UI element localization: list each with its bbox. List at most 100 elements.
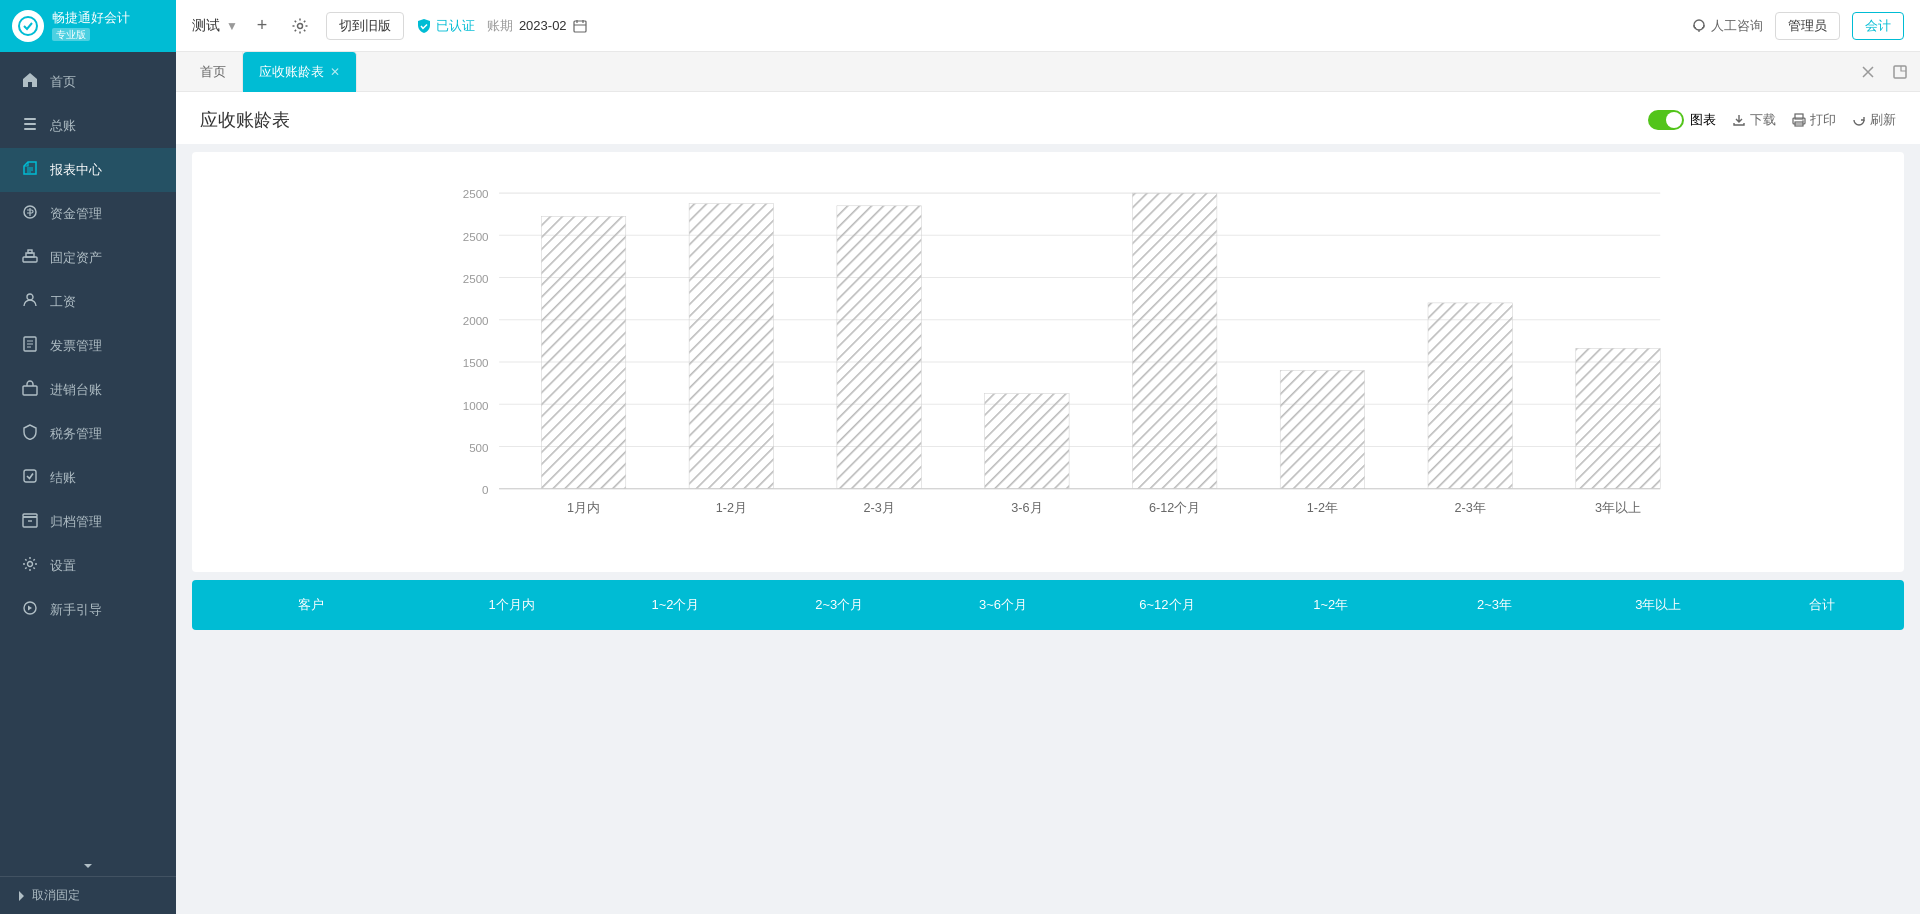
svg-point-16: [297, 23, 302, 28]
sidebar-label-guide: 新手引导: [50, 601, 102, 619]
guide-icon: [20, 600, 40, 620]
ar-aging-table: 客户 1个月内 1~2个月 2~3个月 3~6个月 6~12个月: [192, 580, 1904, 630]
bar-6-12月: [1132, 193, 1216, 489]
certified-label: 已认证: [436, 17, 475, 35]
table-header: 客户 1个月内 1~2个月 2~3个月 3~6个月 6~12个月: [192, 580, 1904, 630]
tab-close-icon[interactable]: ✕: [330, 66, 340, 78]
sidebar-label-invoice: 发票管理: [50, 337, 102, 355]
download-label: 下载: [1750, 111, 1776, 129]
sidebar-label-home: 首页: [50, 73, 76, 91]
settings-icon: [20, 556, 40, 576]
sidebar-item-payroll[interactable]: 工资: [0, 280, 176, 324]
bar-3-6月: [985, 394, 1069, 489]
period-value: 2023-02: [519, 18, 567, 33]
home-icon: [20, 72, 40, 92]
svg-point-8: [27, 294, 33, 300]
role-button[interactable]: 会计: [1852, 12, 1904, 40]
main-area: 测试 ▼ + 切到旧版 已认证 账期 2023-02: [176, 0, 1920, 914]
bar-1-2月: [689, 204, 773, 489]
bar-3年以上: [1576, 348, 1660, 488]
sidebar-item-ledger[interactable]: 总账: [0, 104, 176, 148]
sidebar-label-archive: 归档管理: [50, 513, 102, 531]
chart-container: 0 500 1000 1500 2000 2500 2500 2500: [192, 152, 1904, 572]
sidebar-item-inventory[interactable]: 进销台账: [0, 368, 176, 412]
toggle-thumb: [1666, 112, 1682, 128]
page-header: 应收账龄表 图表 下载: [176, 92, 1920, 144]
user-button[interactable]: 管理员: [1775, 12, 1840, 40]
accounting-period: 账期 2023-02: [487, 17, 587, 35]
print-button[interactable]: 打印: [1792, 111, 1836, 129]
company-dropdown-arrow: ▼: [226, 19, 238, 33]
sidebar-nav: 首页 总账 报表中心: [0, 52, 176, 856]
col-header-3-6month: 3~6个月: [921, 580, 1085, 630]
page-title: 应收账龄表: [200, 108, 290, 132]
sidebar-item-home[interactable]: 首页: [0, 60, 176, 104]
svg-text:1-2月: 1-2月: [716, 501, 747, 515]
svg-rect-17: [574, 21, 586, 32]
add-button[interactable]: +: [250, 14, 274, 38]
svg-rect-10: [23, 386, 37, 395]
tab-close-window-button[interactable]: [1856, 60, 1880, 84]
col-header-2-3month: 2~3个月: [757, 580, 921, 630]
sidebar-label-closing: 结账: [50, 469, 76, 487]
svg-text:6-12个月: 6-12个月: [1149, 501, 1200, 515]
chart-toggle[interactable]: 图表: [1648, 110, 1716, 130]
unpin-sidebar-button[interactable]: 取消固定: [0, 876, 176, 914]
inventory-icon: [20, 380, 40, 400]
toggle-track[interactable]: [1648, 110, 1684, 130]
tab-ar-aging[interactable]: 应收账龄表 ✕: [243, 52, 357, 92]
svg-text:0: 0: [482, 483, 488, 496]
tab-maximize-button[interactable]: [1888, 60, 1912, 84]
svg-rect-13: [23, 514, 37, 517]
chart-toggle-label: 图表: [1690, 111, 1716, 129]
sidebar-label-asset: 固定资产: [50, 249, 102, 267]
sidebar-item-report[interactable]: 报表中心: [0, 148, 176, 192]
content-area: 应收账龄表 图表 下载: [176, 92, 1920, 914]
sidebar-item-archive[interactable]: 归档管理: [0, 500, 176, 544]
sidebar-item-guide[interactable]: 新手引导: [0, 588, 176, 632]
certified-status: 已认证: [416, 17, 475, 35]
col-header-1-2year: 1~2年: [1249, 580, 1413, 630]
download-button[interactable]: 下载: [1732, 111, 1776, 129]
svg-rect-11: [24, 470, 36, 482]
svg-text:2-3月: 2-3月: [863, 501, 894, 515]
switch-version-button[interactable]: 切到旧版: [326, 12, 404, 40]
svg-rect-5: [23, 257, 37, 262]
tab-home-label: 首页: [200, 63, 226, 81]
col-header-total: 合计: [1740, 580, 1904, 630]
tab-home[interactable]: 首页: [184, 52, 243, 92]
svg-point-14: [28, 562, 33, 567]
sidebar-item-tax[interactable]: 税务管理: [0, 412, 176, 456]
sidebar-item-invoice[interactable]: 发票管理: [0, 324, 176, 368]
svg-rect-1: [24, 118, 36, 120]
sidebar-item-settings[interactable]: 设置: [0, 544, 176, 588]
archive-icon: [20, 512, 40, 532]
company-selector[interactable]: 测试 ▼: [192, 17, 238, 35]
sidebar-item-closing[interactable]: 结账: [0, 456, 176, 500]
col-header-3year-plus: 3年以上: [1576, 580, 1740, 630]
settings-button[interactable]: [286, 12, 314, 40]
sidebar-scroll-down[interactable]: [0, 856, 176, 876]
print-icon: [1792, 113, 1806, 127]
svg-text:1-2年: 1-2年: [1307, 501, 1338, 515]
tab-ar-aging-label: 应收账龄表: [259, 63, 324, 81]
page-actions: 图表 下载 打印: [1648, 110, 1896, 130]
sidebar-label-inventory: 进销台账: [50, 381, 102, 399]
app-name: 畅捷通好会计: [52, 10, 130, 27]
svg-text:2000: 2000: [463, 314, 489, 327]
svg-rect-7: [28, 250, 32, 253]
col-header-1-2month: 1~2个月: [594, 580, 758, 630]
bar-1-2年: [1280, 370, 1364, 488]
sidebar-item-asset[interactable]: 固定资产: [0, 236, 176, 280]
consult-button[interactable]: 人工咨询: [1691, 17, 1763, 35]
report-icon: [20, 160, 40, 180]
refresh-button[interactable]: 刷新: [1852, 111, 1896, 129]
sidebar-label-fund: 资金管理: [50, 205, 102, 223]
svg-text:2500: 2500: [463, 230, 489, 243]
payroll-icon: [20, 292, 40, 312]
svg-text:1500: 1500: [463, 356, 489, 369]
svg-rect-19: [1894, 66, 1906, 78]
topbar: 测试 ▼ + 切到旧版 已认证 账期 2023-02: [176, 0, 1920, 52]
sidebar-item-fund[interactable]: 资金管理: [0, 192, 176, 236]
col-header-1month: 1个月内: [430, 580, 594, 630]
